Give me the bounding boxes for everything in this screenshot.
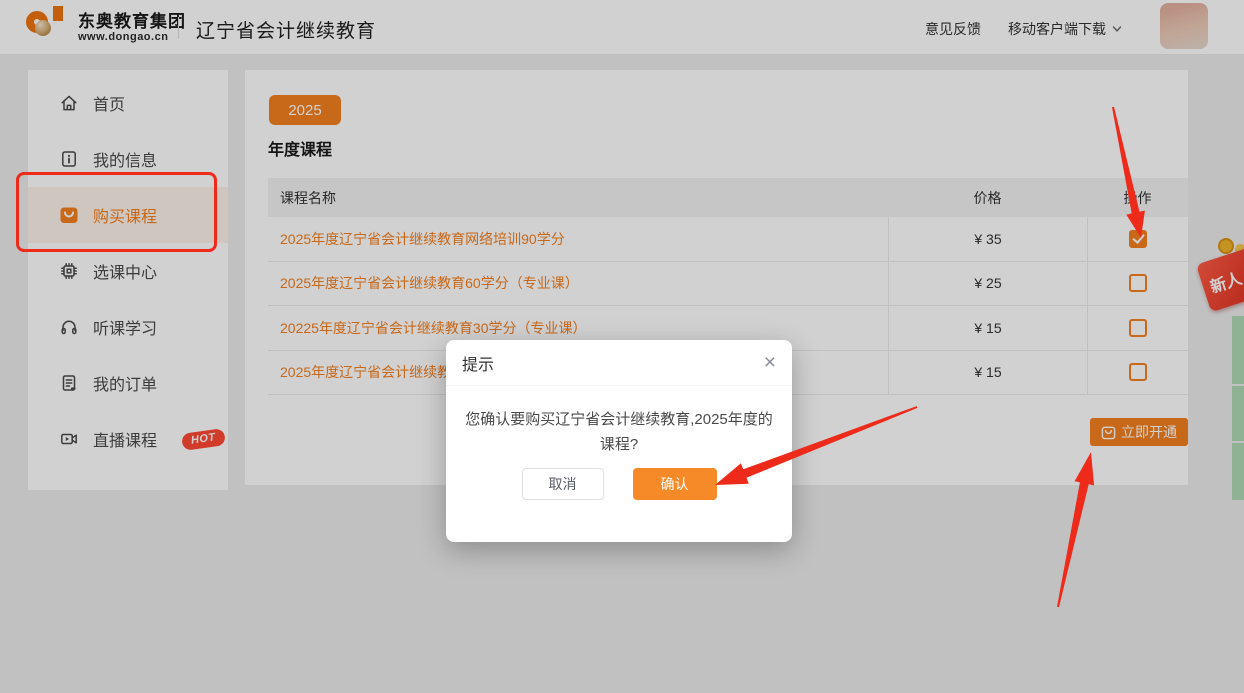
confirm-dialog: 提示 × 您确认要购买辽宁省会计继续教育,2025年度的课程? 取消 确认	[446, 340, 792, 542]
cancel-button[interactable]: 取消	[522, 468, 604, 500]
page: 东奥教育集团 www.dongao.cn 辽宁省会计继续教育 意见反馈 移动客户…	[0, 0, 1244, 693]
dialog-title: 提示	[462, 351, 494, 375]
dialog-message: 您确认要购买辽宁省会计继续教育,2025年度的课程?	[458, 408, 780, 458]
close-icon[interactable]: ×	[760, 348, 780, 377]
confirm-button[interactable]: 确认	[633, 468, 717, 500]
dialog-header: 提示	[446, 340, 792, 386]
